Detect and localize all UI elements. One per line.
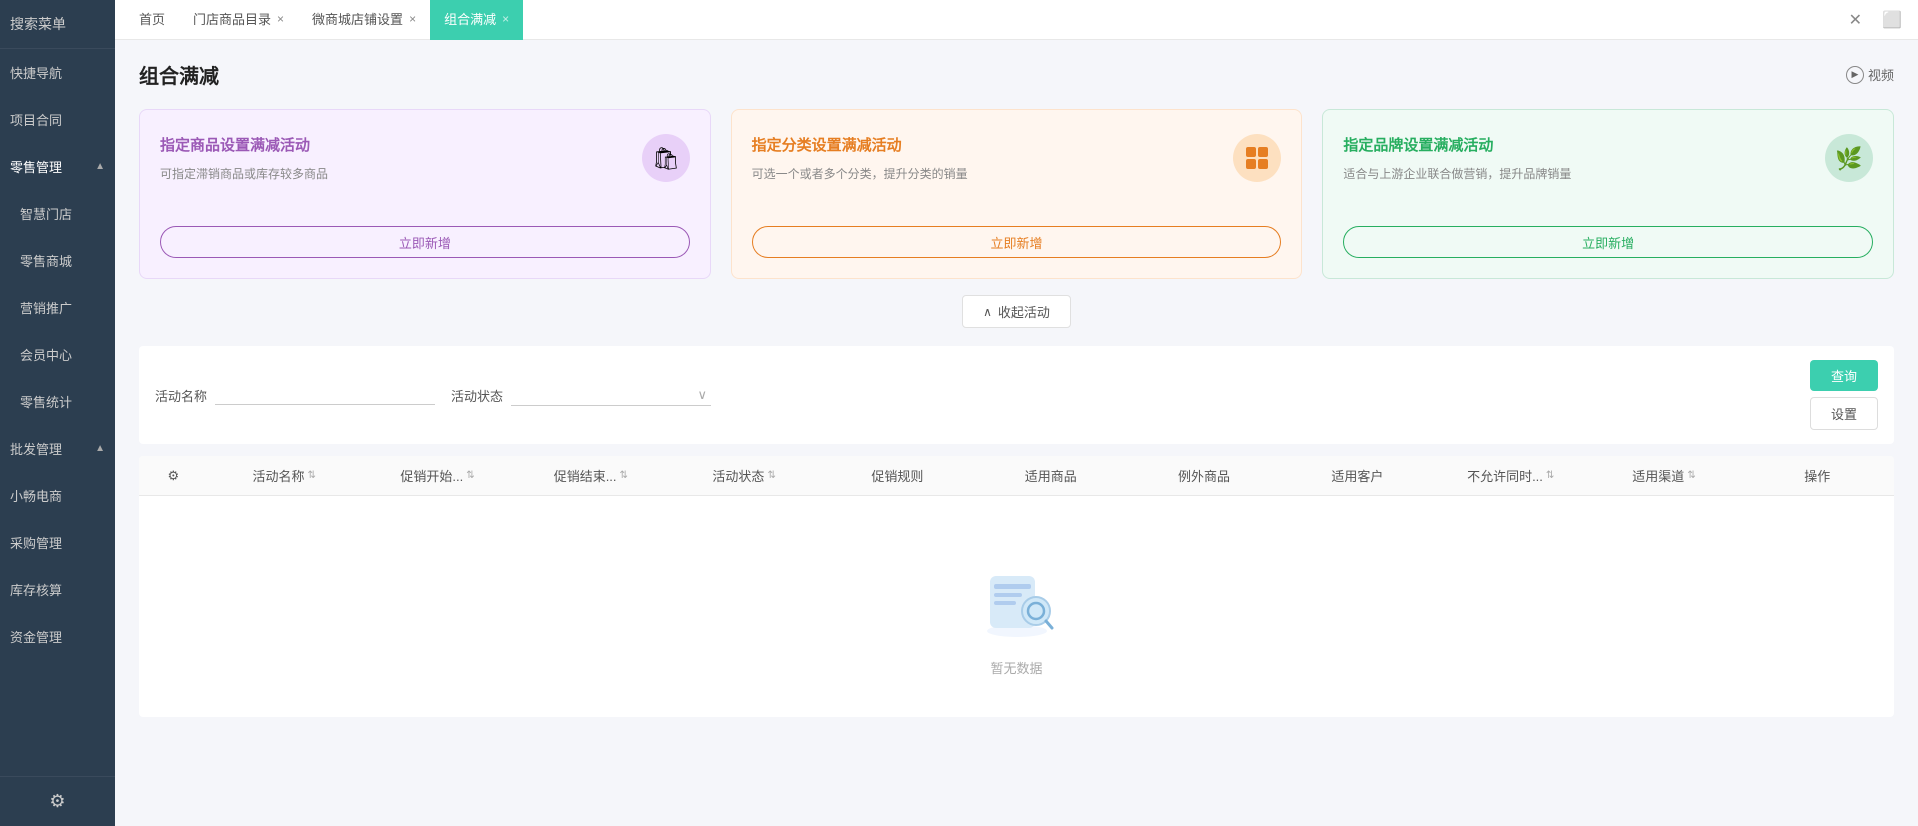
card-brand-desc: 适合与上游企业联合做营销，提升品牌销量	[1343, 165, 1873, 210]
card-category-desc: 可选一个或者多个分类，提升分类的销量	[752, 165, 1282, 210]
empty-icon	[972, 556, 1062, 646]
th-促销结束[interactable]: 促销结束... ⇅	[514, 466, 667, 485]
card-category-icon	[1233, 134, 1281, 190]
th-适用商品: 适用商品	[974, 466, 1127, 485]
chevron-up-icon: ∧	[983, 305, 992, 319]
empty-text: 暂无数据	[990, 658, 1042, 677]
th-活动状态[interactable]: 活动状态 ⇅	[667, 466, 820, 485]
th-例外商品: 例外商品	[1127, 466, 1280, 485]
sort-icon: ⇅	[1546, 470, 1554, 481]
play-icon: ▶	[1846, 66, 1864, 84]
cards-row: 指定商品设置满减活动 🛍 可指定滞销商品或库存较多商品 立即新增 指定分类设置满…	[139, 109, 1894, 279]
sidebar-item-采购管理[interactable]: 采购管理	[0, 519, 115, 566]
sort-icon: ⇅	[620, 470, 628, 481]
card-product-desc: 可指定滞销商品或库存较多商品	[160, 165, 690, 210]
sort-icon: ⇅	[466, 470, 474, 481]
sidebar-item-资金管理[interactable]: 资金管理	[0, 613, 115, 660]
page-title: 组合满减	[139, 60, 219, 89]
sort-icon: ⇅	[308, 470, 316, 481]
sidebar-item-会员中心[interactable]: 会员中心	[0, 331, 115, 378]
sort-icon: ⇅	[767, 470, 775, 481]
content-area: 组合满减 ▶ 视频 指定商品设置满减活动 🛍 可指定滞销商品或库存较多商品 立即…	[115, 40, 1918, 826]
sidebar-item-项目合同[interactable]: 项目合同	[0, 96, 115, 143]
th-操作: 操作	[1741, 466, 1894, 485]
card-brand-icon: 🌿	[1825, 134, 1873, 190]
sidebar-item-营销推广[interactable]: 营销推广	[0, 284, 115, 331]
gear-icon: ⚙	[167, 468, 179, 484]
card-category-add-button[interactable]: 立即新增	[752, 226, 1282, 258]
tab-close-微商城店铺设置[interactable]: ×	[409, 12, 416, 26]
window-maximize-button[interactable]: ⬜	[1876, 8, 1908, 32]
th-促销开始[interactable]: 促销开始... ⇅	[361, 466, 514, 485]
th-适用渠道[interactable]: 适用渠道 ⇅	[1587, 466, 1740, 485]
card-product-icon: 🛍	[642, 134, 690, 190]
collapse-activity-button[interactable]: ∧ 收起活动	[962, 295, 1071, 328]
tabs-bar: 首页 门店商品目录 × 微商城店铺设置 × 组合满减 × ✕ ⬜	[115, 0, 1918, 40]
tab-微商城店铺设置[interactable]: 微商城店铺设置 ×	[298, 0, 430, 40]
th-适用客户: 适用客户	[1281, 466, 1434, 485]
sidebar-settings[interactable]: ⚙	[0, 776, 115, 826]
search-status-label: 活动状态	[451, 386, 503, 405]
sidebar-item-库存核算[interactable]: 库存核算	[0, 566, 115, 613]
chevron-down-icon: ▲	[95, 443, 105, 454]
card-product-title: 指定商品设置满减活动	[160, 134, 690, 155]
sidebar-item-零售管理[interactable]: 零售管理 ▲	[0, 143, 115, 190]
th-不允许同时[interactable]: 不允许同时... ⇅	[1434, 466, 1587, 485]
tab-首页[interactable]: 首页	[125, 0, 179, 40]
chevron-down-icon: ∨	[698, 387, 708, 403]
sort-icon: ⇅	[1687, 470, 1695, 481]
card-brand: 指定品牌设置满减活动 🌿 适合与上游企业联合做营销，提升品牌销量 立即新增	[1322, 109, 1894, 279]
chevron-up-icon: ▲	[95, 161, 105, 172]
search-name-input[interactable]	[215, 385, 435, 405]
card-brand-add-button[interactable]: 立即新增	[1343, 226, 1873, 258]
sidebar-item-小畅电商[interactable]: 小畅电商	[0, 472, 115, 519]
card-category: 指定分类设置满减活动 可选一个或者多个分类，提升分类的销量 立即新增	[731, 109, 1303, 279]
th-促销规则: 促销规则	[821, 466, 974, 485]
window-close-button[interactable]: ✕	[1843, 8, 1868, 32]
svg-text:🌿: 🌿	[1835, 146, 1862, 171]
tab-close-门店商品目录[interactable]: ×	[277, 12, 284, 26]
setting-button[interactable]: 设置	[1810, 397, 1878, 430]
search-status-select[interactable]: ∨	[511, 385, 711, 406]
sidebar-search[interactable]: 搜索菜单	[0, 0, 115, 49]
search-status-field: 活动状态 ∨	[451, 385, 711, 406]
search-actions: 查询 设置	[1810, 360, 1878, 430]
sidebar-item-快捷导航[interactable]: 快捷导航	[0, 49, 115, 96]
gear-icon: ⚙	[49, 791, 65, 812]
search-name-label: 活动名称	[155, 386, 207, 405]
collapse-bar: ∧ 收起活动	[139, 295, 1894, 328]
table-wrapper: ⚙ 活动名称 ⇅ 促销开始... ⇅ 促销结束... ⇅ 活动状态 ⇅	[139, 456, 1894, 717]
search-bar: 活动名称 活动状态 ∨ 查询 设置	[139, 346, 1894, 444]
sidebar-item-智慧门店[interactable]: 智慧门店	[0, 190, 115, 237]
video-link[interactable]: ▶ 视频	[1846, 65, 1894, 84]
card-product-add-button[interactable]: 立即新增	[160, 226, 690, 258]
sidebar-item-批发管理[interactable]: 批发管理 ▲	[0, 425, 115, 472]
main-area: 首页 门店商品目录 × 微商城店铺设置 × 组合满减 × ✕ ⬜ 组合满减 ▶ …	[115, 0, 1918, 826]
table-header: ⚙ 活动名称 ⇅ 促销开始... ⇅ 促销结束... ⇅ 活动状态 ⇅	[139, 456, 1894, 496]
tabs-right-controls: ✕ ⬜	[1843, 8, 1908, 32]
sidebar-item-零售统计[interactable]: 零售统计	[0, 378, 115, 425]
th-gear[interactable]: ⚙	[139, 468, 208, 484]
card-brand-title: 指定品牌设置满减活动	[1343, 134, 1873, 155]
card-category-title: 指定分类设置满减活动	[752, 134, 1282, 155]
tab-门店商品目录[interactable]: 门店商品目录 ×	[179, 0, 298, 40]
empty-state: 暂无数据	[139, 496, 1894, 717]
page-header: 组合满减 ▶ 视频	[139, 60, 1894, 89]
tab-close-组合满减[interactable]: ×	[502, 12, 509, 26]
svg-text:🛍: 🛍	[652, 146, 680, 171]
query-button[interactable]: 查询	[1810, 360, 1878, 391]
search-name-field: 活动名称	[155, 385, 435, 405]
sidebar: 搜索菜单 快捷导航 项目合同 零售管理 ▲ 智慧门店 零售商城 营销推广 会员中…	[0, 0, 115, 826]
card-product: 指定商品设置满减活动 🛍 可指定滞销商品或库存较多商品 立即新增	[139, 109, 711, 279]
sidebar-item-零售商城[interactable]: 零售商城	[0, 237, 115, 284]
tab-组合满减[interactable]: 组合满减 ×	[430, 0, 523, 40]
th-活动名称[interactable]: 活动名称 ⇅	[208, 466, 361, 485]
